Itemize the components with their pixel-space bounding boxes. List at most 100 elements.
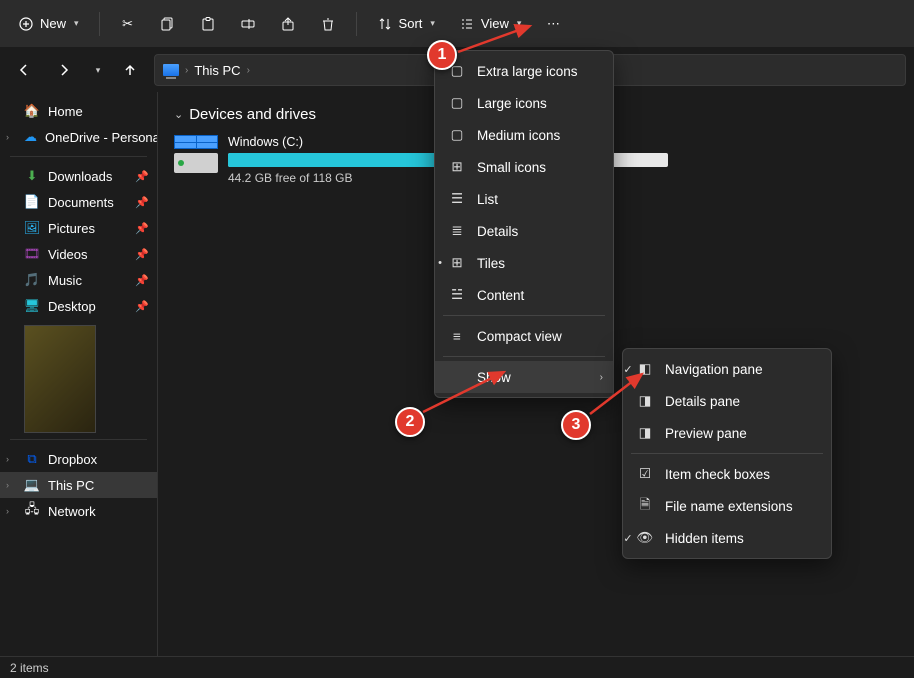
cut-button[interactable]: ✂ xyxy=(110,10,146,38)
recent-dropdown[interactable]: ▾ xyxy=(88,54,106,86)
ellipsis-icon: ⋯ xyxy=(545,16,561,32)
sidebar-label: Music xyxy=(48,273,82,288)
sidebar-label: Documents xyxy=(48,195,114,210)
menu-item-medium-icons[interactable]: ▢Medium icons xyxy=(435,119,613,151)
blank-icon xyxy=(449,369,465,385)
menu-item-extensions[interactable]: 🗎 File name extensions xyxy=(623,490,831,522)
sidebar-label: OneDrive - Persona xyxy=(45,130,158,145)
menu-label: Hidden items xyxy=(665,531,744,546)
view-label: View xyxy=(481,16,509,31)
breadcrumb-location[interactable]: This PC xyxy=(194,63,240,78)
menu-item-checkboxes[interactable]: ☑ Item check boxes xyxy=(623,458,831,490)
sidebar-item-home[interactable]: 🏠 Home xyxy=(0,98,157,124)
sidebar-item-pictures[interactable]: 🖼Pictures📌 xyxy=(0,215,157,241)
sidebar: 🏠 Home › ☁ OneDrive - Persona ⬇ Downloads… xyxy=(0,92,158,656)
menu-item-details-pane[interactable]: ◨Details pane xyxy=(623,385,831,417)
menu-label: Show xyxy=(477,370,511,385)
sort-label: Sort xyxy=(399,16,423,31)
list-icon: ☰ xyxy=(449,191,465,207)
menu-item-small-icons[interactable]: ⊞Small icons xyxy=(435,151,613,183)
rename-icon xyxy=(240,16,256,32)
sidebar-label: This PC xyxy=(48,478,94,493)
chevron-right-icon: › xyxy=(6,454,9,464)
menu-item-tiles[interactable]: •⊞Tiles xyxy=(435,247,613,279)
menu-item-content[interactable]: ☱Content xyxy=(435,279,613,311)
sidebar-item-downloads[interactable]: ⬇ Downloads 📌 xyxy=(0,163,157,189)
pin-icon: 📌 xyxy=(135,300,149,313)
menu-item-navigation-pane[interactable]: ✓◧Navigation pane xyxy=(623,353,831,385)
menu-label: Navigation pane xyxy=(665,362,763,377)
trash-icon xyxy=(320,16,336,32)
show-submenu: ✓◧Navigation pane ◨Details pane ◨Preview… xyxy=(622,348,832,559)
large-icons-icon: ▢ xyxy=(449,95,465,111)
separator xyxy=(631,453,823,454)
annotation-badge-2: 2 xyxy=(395,407,425,437)
view-button[interactable]: View ▾ xyxy=(449,10,531,38)
sidebar-item-dropbox[interactable]: ›⧉Dropbox xyxy=(0,446,157,472)
separator xyxy=(99,12,100,36)
forward-button[interactable] xyxy=(48,54,80,86)
sidebar-item-music[interactable]: 🎵Music📌 xyxy=(0,267,157,293)
sidebar-item-network[interactable]: ›🖧Network xyxy=(0,498,157,524)
menu-item-list[interactable]: ☰List xyxy=(435,183,613,215)
up-button[interactable] xyxy=(114,54,146,86)
menu-item-show[interactable]: Show› xyxy=(435,361,613,393)
menu-item-hidden-items[interactable]: ✓👁Hidden items xyxy=(623,522,831,554)
toolbar: New ▾ ✂ Sort ▾ View ▾ ⋯ xyxy=(0,0,914,48)
compact-icon: ≡ xyxy=(449,328,465,344)
sidebar-item-documents[interactable]: 📄Documents📌 xyxy=(0,189,157,215)
sidebar-item-videos[interactable]: 🎞Videos📌 xyxy=(0,241,157,267)
pin-icon: 📌 xyxy=(135,170,149,183)
chevron-right-icon: › xyxy=(6,480,9,490)
menu-label: Item check boxes xyxy=(665,467,770,482)
document-icon: 📄 xyxy=(24,194,40,210)
sidebar-label: Dropbox xyxy=(48,452,97,467)
sort-button[interactable]: Sort ▾ xyxy=(367,10,445,38)
videos-icon: 🎞 xyxy=(24,246,40,262)
separator xyxy=(443,315,605,316)
status-bar: 2 items xyxy=(0,656,914,678)
annotation-badge-1: 1 xyxy=(427,40,457,70)
sidebar-label: Pictures xyxy=(48,221,95,236)
menu-label: File name extensions xyxy=(665,499,793,514)
sidebar-item-desktop[interactable]: 🖥Desktop📌 xyxy=(0,293,157,319)
chevron-right-icon: › xyxy=(6,506,9,516)
menu-label: Content xyxy=(477,288,524,303)
sidebar-item-thispc[interactable]: ›💻This PC xyxy=(0,472,157,498)
checkbox-icon: ☑ xyxy=(637,466,653,482)
menu-item-preview-pane[interactable]: ◨Preview pane xyxy=(623,417,831,449)
menu-item-extra-large-icons[interactable]: ▢Extra large icons xyxy=(435,55,613,87)
copy-icon xyxy=(160,16,176,32)
drive-icon xyxy=(174,135,218,173)
nav-pane-icon: ◧ xyxy=(637,361,653,377)
separator xyxy=(356,12,357,36)
menu-item-details[interactable]: ≣Details xyxy=(435,215,613,247)
menu-item-large-icons[interactable]: ▢ Large icons xyxy=(435,87,613,119)
folder-thumbnail[interactable] xyxy=(24,325,96,433)
more-button[interactable]: ⋯ xyxy=(535,10,571,38)
chevron-right-icon: › xyxy=(247,65,250,76)
download-icon: ⬇ xyxy=(24,168,40,184)
menu-label: Extra large icons xyxy=(477,64,578,79)
eye-icon: 👁 xyxy=(637,530,653,546)
paste-icon xyxy=(200,16,216,32)
pc-icon xyxy=(163,64,179,76)
sidebar-label: Downloads xyxy=(48,169,112,184)
sidebar-item-onedrive[interactable]: › ☁ OneDrive - Persona xyxy=(0,124,157,150)
paste-button[interactable] xyxy=(190,10,226,38)
back-button[interactable] xyxy=(8,54,40,86)
menu-label: Large icons xyxy=(477,96,547,111)
copy-button[interactable] xyxy=(150,10,186,38)
delete-button[interactable] xyxy=(310,10,346,38)
share-button[interactable] xyxy=(270,10,306,38)
menu-label: Compact view xyxy=(477,329,562,344)
new-button[interactable]: New ▾ xyxy=(8,10,89,38)
view-icon xyxy=(459,16,475,32)
rename-button[interactable] xyxy=(230,10,266,38)
file-icon: 🗎 xyxy=(637,498,653,514)
details-pane-icon: ◨ xyxy=(637,393,653,409)
menu-item-compact-view[interactable]: ≡ Compact view xyxy=(435,320,613,352)
share-icon xyxy=(280,16,296,32)
separator xyxy=(10,439,147,440)
menu-label: Details xyxy=(477,224,518,239)
